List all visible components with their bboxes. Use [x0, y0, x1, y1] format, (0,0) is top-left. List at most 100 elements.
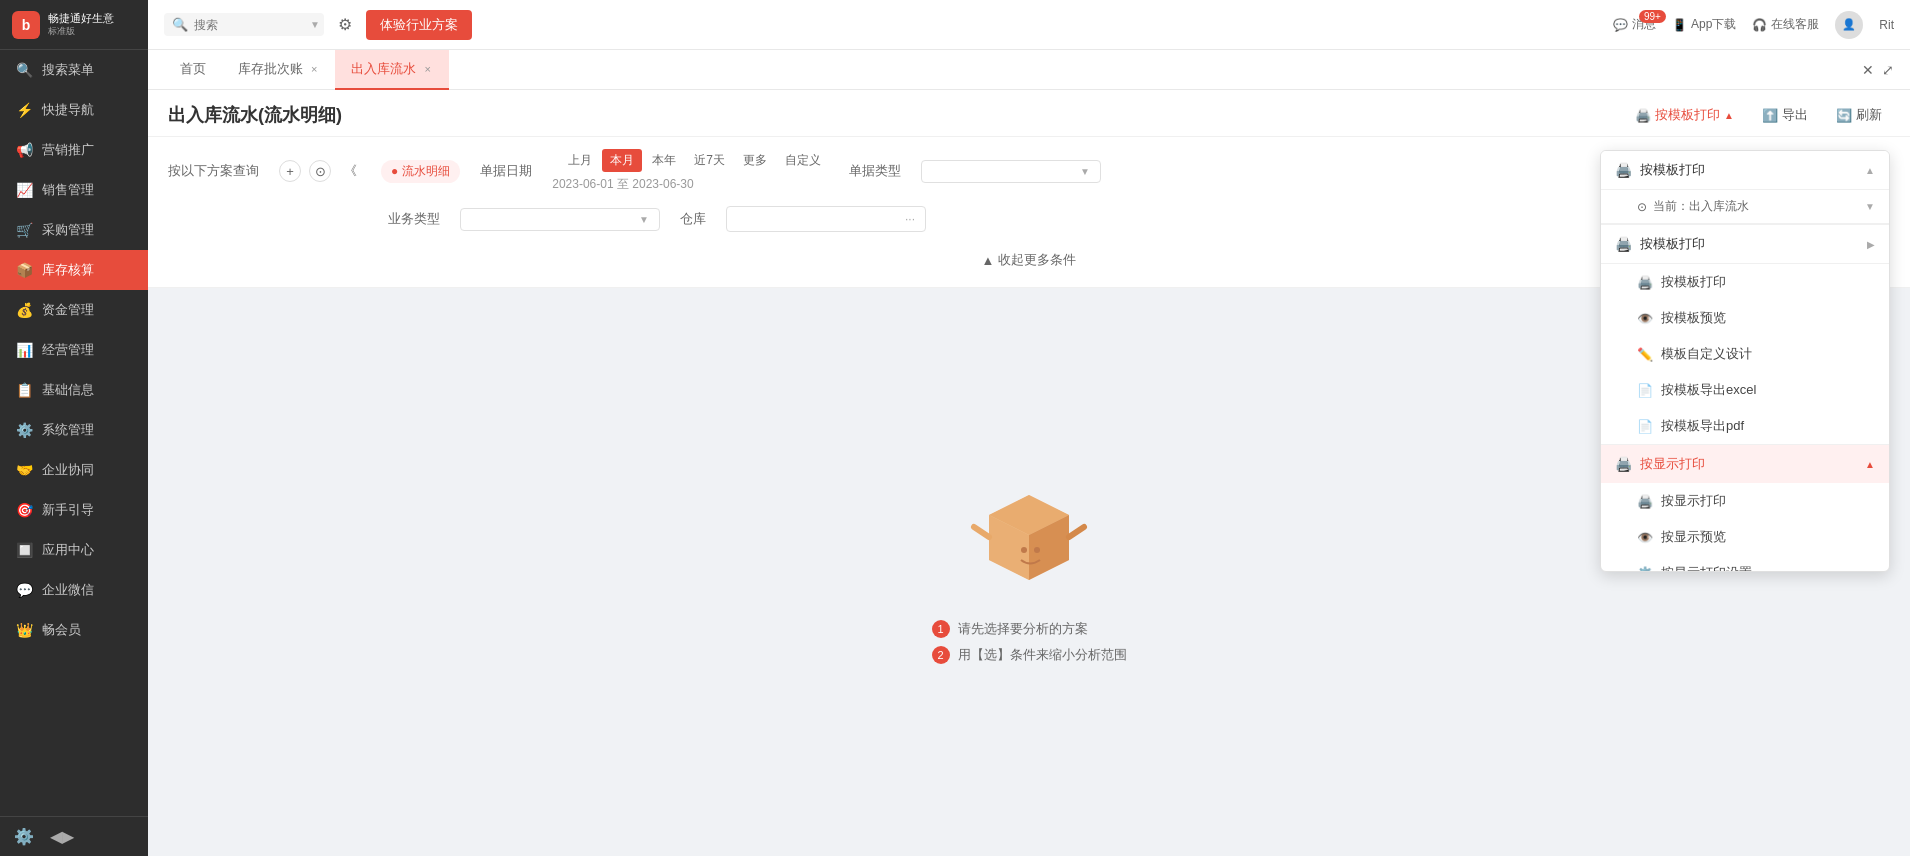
page-actions: 🖨️ 按模板打印 ▲ ⬆️ 导出 🔄 刷新 [1627, 102, 1890, 128]
template-print-action-item[interactable]: 🖨️ 按模板打印 [1601, 264, 1889, 300]
tab-batch-account-label: 库存批次账 [238, 60, 303, 78]
step-1-text: 请先选择要分析的方案 [958, 620, 1088, 638]
sidebar-finance-label: 资金管理 [42, 301, 94, 319]
message-btn[interactable]: 💬 消息 99+ [1613, 16, 1656, 33]
template-print-action-label: 按模板打印 [1661, 273, 1726, 291]
sidebar-item-inventory[interactable]: 📦 库存核算 [0, 250, 148, 290]
tab-home[interactable]: 首页 [164, 50, 222, 90]
display-print-settings-label: 按显示打印设置 [1661, 564, 1752, 571]
refresh-btn[interactable]: 🔄 刷新 [1828, 102, 1890, 128]
date-this-month-btn[interactable]: 本月 [602, 149, 642, 172]
filter-active-tag[interactable]: ● 流水明细 [381, 160, 460, 183]
message-icon: 💬 [1613, 18, 1628, 32]
tabs-expand-icon[interactable]: ⤢ [1882, 62, 1894, 78]
template-preview-label: 按模板预览 [1661, 309, 1726, 327]
collapse-label: 收起更多条件 [998, 251, 1076, 269]
display-preview-item[interactable]: 👁️ 按显示预览 [1601, 519, 1889, 555]
sidebar-wechat-label: 企业微信 [42, 581, 94, 599]
sidebar-collapse-icon[interactable]: ◀▶ [50, 827, 74, 846]
display-section-arrow: ▲ [1865, 459, 1875, 470]
sidebar-item-basic[interactable]: 📋 基础信息 [0, 370, 148, 410]
dropdown-scroll-up-icon[interactable]: ▲ [1865, 165, 1875, 176]
header-gear-icon[interactable]: ⚙ [338, 15, 352, 34]
sidebar-item-marketing[interactable]: 📢 营销推广 [0, 130, 148, 170]
template-export-excel-item[interactable]: 📄 按模板导出excel [1601, 372, 1889, 408]
sidebar-item-quick-nav[interactable]: ⚡ 快捷导航 [0, 90, 148, 130]
sidebar-item-apps[interactable]: 🔲 应用中心 [0, 530, 148, 570]
filter-add-icon[interactable]: + [279, 160, 301, 182]
sidebar-item-guide[interactable]: 🎯 新手引导 [0, 490, 148, 530]
date-custom-btn[interactable]: 自定义 [777, 149, 829, 172]
service-icon: 🎧 [1752, 18, 1767, 32]
sidebar-settings-icon[interactable]: ⚙️ [14, 827, 34, 846]
template-print-section-header[interactable]: 🖨️ 按模板打印 ▶ [1601, 225, 1889, 263]
print-template-label: 按模板打印 [1655, 106, 1720, 124]
header-search-dropdown-icon[interactable]: ▼ [310, 19, 320, 30]
step-1-num: 1 [932, 620, 950, 638]
filter-collapse-left-icon[interactable]: 《 [339, 160, 361, 182]
message-badge: 99+ [1639, 10, 1666, 23]
sidebar-search-label: 搜索菜单 [42, 61, 94, 79]
sidebar-item-sales[interactable]: 📈 销售管理 [0, 170, 148, 210]
tab-batch-account-close[interactable]: × [309, 61, 319, 77]
sidebar-search-icon: 🔍 [14, 60, 34, 80]
svg-line-7 [1069, 527, 1084, 537]
sidebar-system-label: 系统管理 [42, 421, 94, 439]
warehouse-more-icon: ··· [905, 212, 915, 226]
warehouse-select[interactable]: ··· [726, 206, 926, 232]
print-template-chevron: ▲ [1724, 110, 1734, 121]
sidebar-quick-nav-icon: ⚡ [14, 100, 34, 120]
sidebar-guide-label: 新手引导 [42, 501, 94, 519]
tab-inout-flow[interactable]: 出入库流水 × [335, 50, 448, 90]
step-2-num: 2 [932, 646, 950, 664]
template-print-action-icon: 🖨️ [1637, 275, 1653, 290]
step-2-text: 用【选】条件来缩小分析范围 [958, 646, 1127, 664]
display-print-settings-item[interactable]: ⚙️ 按显示打印设置 [1601, 555, 1889, 571]
main-area: 🔍 ▼ ⚙ 体验行业方案 💬 消息 99+ 📱 App下载 🎧 在线客服 👤 R… [148, 0, 1910, 856]
date-more-btn[interactable]: 更多 [735, 149, 775, 172]
print-template-btn[interactable]: 🖨️ 按模板打印 ▲ [1627, 102, 1742, 128]
date-7days-btn[interactable]: 近7天 [686, 149, 733, 172]
export-btn[interactable]: ⬆️ 导出 [1754, 102, 1816, 128]
sidebar-item-system[interactable]: ⚙️ 系统管理 [0, 410, 148, 450]
user-avatar[interactable]: 👤 [1835, 11, 1863, 39]
template-export-pdf-item[interactable]: 📄 按模板导出pdf [1601, 408, 1889, 444]
header-search-box[interactable]: 🔍 ▼ [164, 13, 324, 36]
sidebar-item-wechat[interactable]: 💬 企业微信 [0, 570, 148, 610]
display-preview-label: 按显示预览 [1661, 528, 1726, 546]
display-print-section-header[interactable]: 🖨️ 按显示打印 ▲ [1601, 445, 1889, 483]
receipt-type-select[interactable]: ▼ [921, 160, 1101, 183]
service-label: 在线客服 [1771, 16, 1819, 33]
filter-actions: + ⊙ 《 [279, 160, 361, 182]
sidebar-purchase-label: 采购管理 [42, 221, 94, 239]
sidebar-item-operations[interactable]: 📊 经营管理 [0, 330, 148, 370]
filter-settings-icon[interactable]: ⊙ [309, 160, 331, 182]
template-design-item[interactable]: ✏️ 模板自定义设计 [1601, 336, 1889, 372]
date-prev-month-btn[interactable]: 上月 [560, 149, 600, 172]
display-print-action-item[interactable]: 🖨️ 按显示打印 [1601, 483, 1889, 519]
app-download-btn[interactable]: 📱 App下载 [1672, 16, 1736, 33]
sidebar-item-collab[interactable]: 🤝 企业协同 [0, 450, 148, 490]
sidebar-item-search[interactable]: 🔍 搜索菜单 [0, 50, 148, 90]
tabs-close-all-icon[interactable]: ✕ [1862, 62, 1874, 78]
sidebar-item-finance[interactable]: 💰 资金管理 [0, 290, 148, 330]
export-icon: ⬆️ [1762, 108, 1778, 123]
print-dropdown: 🖨️ 按模板打印 ▲ ⊙ 当前：出入库流水 ▼ 🖨️ [1600, 150, 1890, 572]
online-service-btn[interactable]: 🎧 在线客服 [1752, 16, 1819, 33]
template-export-excel-label: 按模板导出excel [1661, 381, 1756, 399]
current-selection-icon: ⊙ [1637, 200, 1647, 214]
filter-tag-icon: ● [391, 164, 398, 178]
tab-inout-flow-close[interactable]: × [422, 61, 432, 77]
header-search-input[interactable] [194, 18, 304, 32]
template-preview-item[interactable]: 👁️ 按模板预览 [1601, 300, 1889, 336]
sidebar-item-purchase[interactable]: 🛒 采购管理 [0, 210, 148, 250]
sidebar-apps-icon: 🔲 [14, 540, 34, 560]
industry-btn[interactable]: 体验行业方案 [366, 10, 472, 40]
sidebar-item-member[interactable]: 👑 畅会员 [0, 610, 148, 650]
header: 🔍 ▼ ⚙ 体验行业方案 💬 消息 99+ 📱 App下载 🎧 在线客服 👤 R… [148, 0, 1910, 50]
tab-batch-account[interactable]: 库存批次账 × [222, 50, 335, 90]
collapse-filter-btn[interactable]: ▲ 收起更多条件 [982, 245, 1077, 275]
biz-type-select[interactable]: ▼ [460, 208, 660, 231]
sidebar-operations-label: 经营管理 [42, 341, 94, 359]
date-this-year-btn[interactable]: 本年 [644, 149, 684, 172]
